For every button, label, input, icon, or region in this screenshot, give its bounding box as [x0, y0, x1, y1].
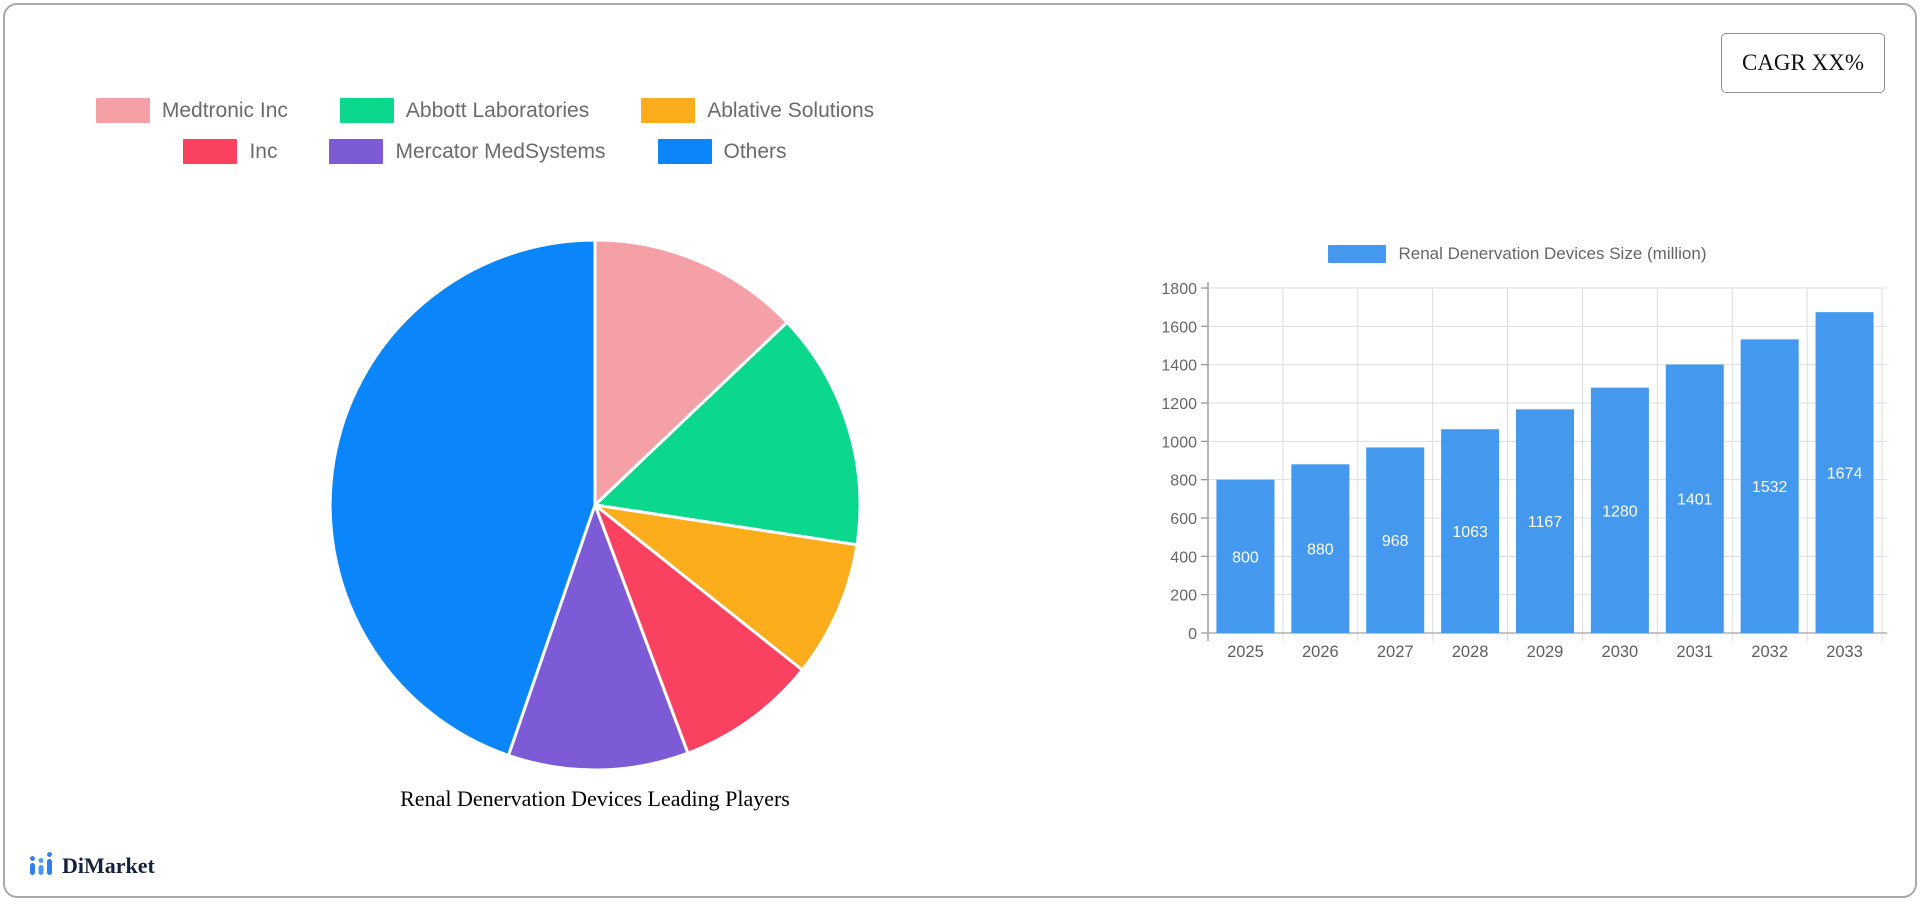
- legend-swatch: [329, 139, 384, 164]
- legend-item-mercator-medsystems: Mercator MedSystems: [329, 139, 606, 164]
- legend-item-label: Inc: [249, 139, 278, 163]
- x-tick-label: 2027: [1377, 643, 1414, 661]
- y-tick-label: 0: [1188, 626, 1197, 643]
- x-tick-label: 2026: [1302, 643, 1339, 661]
- y-tick-label: 800: [1170, 473, 1197, 490]
- bar-value-label: 1280: [1602, 503, 1638, 520]
- y-tick-label: 600: [1170, 511, 1197, 528]
- y-tick-label: 400: [1170, 549, 1197, 566]
- bar-value-label: 1063: [1452, 524, 1488, 541]
- x-tick-label: 2033: [1826, 643, 1863, 661]
- pie-chart: [328, 238, 862, 772]
- x-tick-label: 2028: [1452, 643, 1489, 661]
- legend-swatch: [657, 139, 712, 164]
- bar-chart-icon: [30, 852, 52, 875]
- x-tick-label: 2029: [1527, 643, 1564, 661]
- cagr-badge: CAGR XX%: [1721, 33, 1885, 93]
- legend-item-medtronic-inc: Medtronic Inc: [95, 98, 288, 123]
- brand-logo: DiMarket: [28, 850, 155, 877]
- y-tick-label: 1600: [1161, 319, 1197, 336]
- pie-chart-title: Renal Denervation Devices Leading Player…: [400, 786, 790, 811]
- legend-swatch: [641, 98, 696, 123]
- legend-item-label: Medtronic Inc: [161, 98, 288, 122]
- legend-item-ablative-solutions: Ablative Solutions: [641, 98, 874, 123]
- legend-item-label: Abbott Laboratories: [405, 98, 590, 122]
- legend-item-label: Others: [723, 139, 787, 163]
- bar-value-label: 968: [1382, 533, 1409, 550]
- pie-legend: Medtronic Inc Abbott Laboratories Ablative…: [55, 98, 915, 180]
- pie-legend-row-1: Medtronic Inc Abbott Laboratories Ablative…: [55, 98, 915, 123]
- y-tick-label: 1000: [1161, 434, 1197, 451]
- cagr-label: CAGR XX%: [1741, 50, 1865, 75]
- y-tick-label: 200: [1170, 588, 1197, 605]
- bar-legend-label: Renal Denervation Devices Size (million): [1398, 244, 1707, 263]
- x-tick-label: 2032: [1751, 643, 1788, 661]
- x-tick-label: 2025: [1227, 643, 1264, 661]
- legend-item-others: Others: [657, 139, 787, 164]
- bar-chart-legend: Renal Denervation Devices Size (million): [1140, 242, 1895, 266]
- x-tick-label: 2031: [1676, 643, 1713, 661]
- bar-value-label: 880: [1307, 542, 1334, 559]
- y-tick-label: 1200: [1161, 396, 1197, 413]
- bar-value-label: 1401: [1677, 492, 1713, 509]
- bar-chart-area: Renal Denervation Devices Size (million)…: [1140, 242, 1895, 671]
- bar-value-label: 1532: [1752, 479, 1788, 496]
- y-tick-label: 1800: [1161, 281, 1197, 298]
- pie-legend-row-2: Inc Mercator MedSystems Others: [55, 139, 915, 164]
- legend-item-inc: Inc: [183, 139, 277, 164]
- legend-swatch: [183, 139, 238, 164]
- legend-item-abbott-laboratories: Abbott Laboratories: [339, 98, 590, 123]
- bar-value-label: 800: [1232, 549, 1259, 566]
- bar-value-label: 1674: [1827, 466, 1863, 483]
- legend-swatch: [95, 98, 150, 123]
- x-tick-label: 2030: [1602, 643, 1639, 661]
- legend-swatch: [339, 98, 394, 123]
- brand-logo-text: DiMarket: [62, 853, 155, 878]
- legend-item-label: Mercator MedSystems: [395, 139, 606, 163]
- y-tick-label: 1400: [1161, 358, 1197, 375]
- bar-legend-swatch: [1328, 245, 1387, 263]
- report-canvas: CAGR XX% Medtronic Inc Abbott Laboratorie…: [0, 0, 1920, 901]
- bar-value-label: 1167: [1528, 514, 1563, 531]
- legend-item-label: Ablative Solutions: [707, 98, 875, 122]
- bar-chart: 0 200 400 600 800 1000 1200 1400 1600 1800 800 2025…: [1161, 281, 1887, 661]
